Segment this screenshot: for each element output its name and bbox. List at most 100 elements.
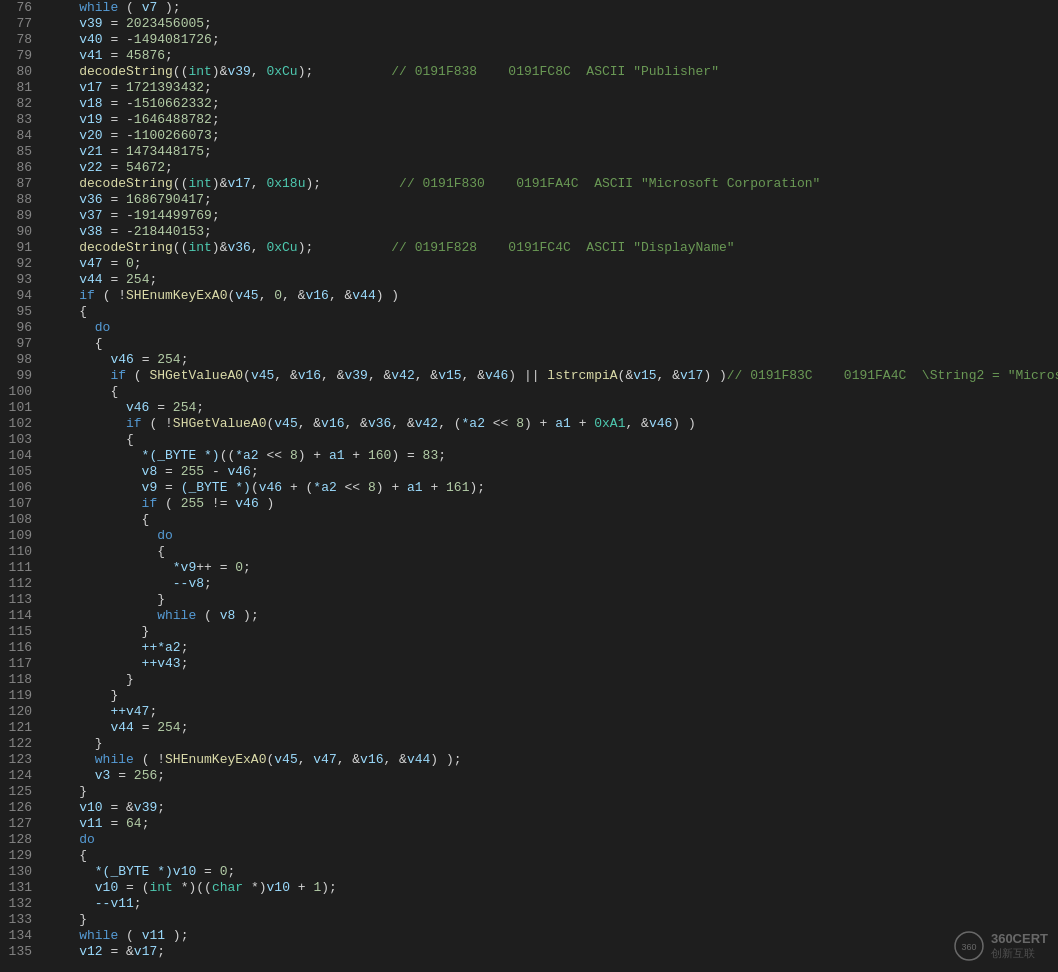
line-content: do bbox=[40, 528, 173, 544]
line-number: 101 bbox=[0, 400, 40, 416]
line-number: 83 bbox=[0, 112, 40, 128]
table-row: 105 v8 = 255 - v46; bbox=[0, 464, 1058, 480]
line-number: 133 bbox=[0, 912, 40, 928]
line-content: } bbox=[40, 736, 103, 752]
line-content: if ( !SHEnumKeyExA0(v45, 0, &v16, &v44) … bbox=[40, 288, 399, 304]
watermark-text-block: 360CERT 创新互联 bbox=[991, 931, 1048, 961]
line-content: v10 = &v39; bbox=[40, 800, 165, 816]
line-number: 78 bbox=[0, 32, 40, 48]
line-content: { bbox=[40, 848, 87, 864]
line-content: v8 = 255 - v46; bbox=[40, 464, 259, 480]
line-content: --v11; bbox=[40, 896, 142, 912]
table-row: 113 } bbox=[0, 592, 1058, 608]
line-content: } bbox=[40, 688, 118, 704]
line-content: v17 = 1721393432; bbox=[40, 80, 212, 96]
table-row: 90 v38 = -218440153; bbox=[0, 224, 1058, 240]
line-content: if ( !SHGetValueA0(v45, &v16, &v36, &v42… bbox=[40, 416, 696, 432]
line-content: } bbox=[40, 672, 134, 688]
line-number: 109 bbox=[0, 528, 40, 544]
table-row: 135 v12 = &v17; bbox=[0, 944, 1058, 960]
line-content: v46 = 254; bbox=[40, 400, 204, 416]
line-number: 111 bbox=[0, 560, 40, 576]
line-number: 113 bbox=[0, 592, 40, 608]
table-row: 99 if ( SHGetValueA0(v45, &v16, &v39, &v… bbox=[0, 368, 1058, 384]
table-row: 104 *(_BYTE *)((*a2 << 8) + a1 + 160) = … bbox=[0, 448, 1058, 464]
line-content: v38 = -218440153; bbox=[40, 224, 212, 240]
table-row: 127 v11 = 64; bbox=[0, 816, 1058, 832]
table-row: 89 v37 = -1914499769; bbox=[0, 208, 1058, 224]
table-row: 107 if ( 255 != v46 ) bbox=[0, 496, 1058, 512]
line-number: 104 bbox=[0, 448, 40, 464]
line-content: v3 = 256; bbox=[40, 768, 165, 784]
svg-text:360: 360 bbox=[961, 942, 976, 952]
table-row: 116 ++*a2; bbox=[0, 640, 1058, 656]
line-number: 107 bbox=[0, 496, 40, 512]
table-row: 98 v46 = 254; bbox=[0, 352, 1058, 368]
line-number: 94 bbox=[0, 288, 40, 304]
watermark-sub: 创新互联 bbox=[991, 946, 1048, 961]
line-number: 127 bbox=[0, 816, 40, 832]
line-content: decodeString((int)&v36, 0xCu); // 0191F8… bbox=[40, 240, 735, 256]
line-number: 122 bbox=[0, 736, 40, 752]
line-number: 123 bbox=[0, 752, 40, 768]
line-content: { bbox=[40, 544, 165, 560]
table-row: 87 decodeString((int)&v17, 0x18u); // 01… bbox=[0, 176, 1058, 192]
table-row: 129 { bbox=[0, 848, 1058, 864]
table-row: 111 *v9++ = 0; bbox=[0, 560, 1058, 576]
table-row: 80 decodeString((int)&v39, 0xCu); // 019… bbox=[0, 64, 1058, 80]
line-content: v11 = 64; bbox=[40, 816, 149, 832]
line-number: 124 bbox=[0, 768, 40, 784]
line-content: v12 = &v17; bbox=[40, 944, 165, 960]
table-row: 121 v44 = 254; bbox=[0, 720, 1058, 736]
table-row: 119 } bbox=[0, 688, 1058, 704]
line-content: ++v47; bbox=[40, 704, 157, 720]
line-number: 99 bbox=[0, 368, 40, 384]
line-number: 110 bbox=[0, 544, 40, 560]
line-number: 77 bbox=[0, 16, 40, 32]
table-row: 102 if ( !SHGetValueA0(v45, &v16, &v36, … bbox=[0, 416, 1058, 432]
table-row: 117 ++v43; bbox=[0, 656, 1058, 672]
line-number: 100 bbox=[0, 384, 40, 400]
line-number: 85 bbox=[0, 144, 40, 160]
code-lines: 76 while ( v7 );77 v39 = 2023456005;78 v… bbox=[0, 0, 1058, 960]
table-row: 91 decodeString((int)&v36, 0xCu); // 019… bbox=[0, 240, 1058, 256]
line-content: v46 = 254; bbox=[40, 352, 188, 368]
line-number: 96 bbox=[0, 320, 40, 336]
table-row: 132 --v11; bbox=[0, 896, 1058, 912]
table-row: 97 { bbox=[0, 336, 1058, 352]
line-content: { bbox=[40, 336, 103, 352]
table-row: 108 { bbox=[0, 512, 1058, 528]
table-row: 92 v47 = 0; bbox=[0, 256, 1058, 272]
line-number: 88 bbox=[0, 192, 40, 208]
line-content: ++*a2; bbox=[40, 640, 188, 656]
line-content: v20 = -1100266073; bbox=[40, 128, 220, 144]
table-row: 110 { bbox=[0, 544, 1058, 560]
line-number: 117 bbox=[0, 656, 40, 672]
line-content: { bbox=[40, 432, 134, 448]
line-number: 132 bbox=[0, 896, 40, 912]
line-content: v10 = (int *)((char *)v10 + 1); bbox=[40, 880, 337, 896]
line-number: 128 bbox=[0, 832, 40, 848]
code-container: 76 while ( v7 );77 v39 = 2023456005;78 v… bbox=[0, 0, 1058, 972]
table-row: 134 while ( v11 ); bbox=[0, 928, 1058, 944]
line-number: 82 bbox=[0, 96, 40, 112]
line-content: do bbox=[40, 832, 95, 848]
table-row: 101 v46 = 254; bbox=[0, 400, 1058, 416]
table-row: 112 --v8; bbox=[0, 576, 1058, 592]
line-content: } bbox=[40, 624, 149, 640]
line-number: 92 bbox=[0, 256, 40, 272]
line-content: while ( !SHEnumKeyExA0(v45, v47, &v16, &… bbox=[40, 752, 462, 768]
line-content: v9 = (_BYTE *)(v46 + (*a2 << 8) + a1 + 1… bbox=[40, 480, 485, 496]
line-number: 121 bbox=[0, 720, 40, 736]
line-content: v39 = 2023456005; bbox=[40, 16, 212, 32]
line-number: 102 bbox=[0, 416, 40, 432]
line-content: } bbox=[40, 592, 165, 608]
line-number: 76 bbox=[0, 0, 40, 16]
line-content: { bbox=[40, 384, 118, 400]
line-number: 116 bbox=[0, 640, 40, 656]
table-row: 122 } bbox=[0, 736, 1058, 752]
table-row: 123 while ( !SHEnumKeyExA0(v45, v47, &v1… bbox=[0, 752, 1058, 768]
line-content: *(_BYTE *)v10 = 0; bbox=[40, 864, 235, 880]
table-row: 77 v39 = 2023456005; bbox=[0, 16, 1058, 32]
line-content: while ( v8 ); bbox=[40, 608, 259, 624]
